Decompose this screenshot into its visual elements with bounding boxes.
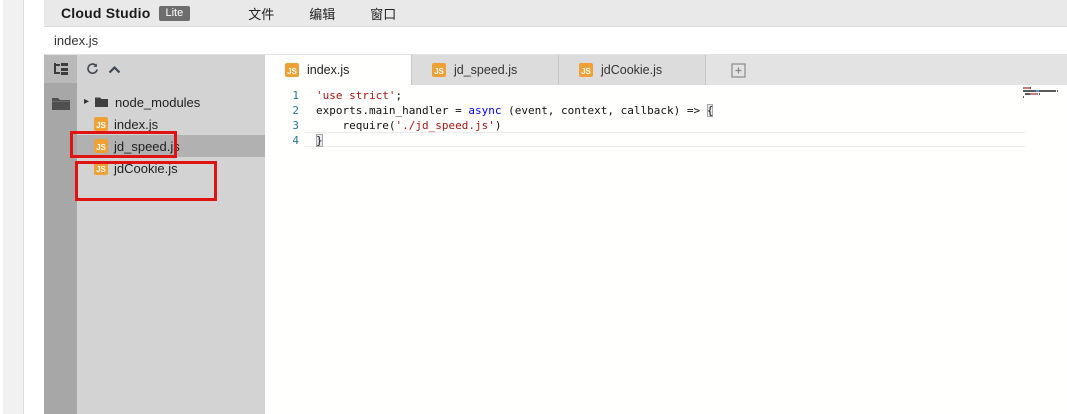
files-folder-button[interactable] [51,96,71,111]
expand-arrow-icon[interactable]: ▸ [84,97,94,107]
plus-icon [731,63,746,78]
tree-item-label: node_modules [115,95,200,110]
code-line-1[interactable]: 1'use strict'; [265,88,1067,103]
tab-label: jdCookie.js [601,63,662,77]
tree-item-jdCookie.js[interactable]: JS jdCookie.js [77,157,265,179]
app-title: Cloud Studio [61,5,151,21]
minimap-line [1023,96,1058,98]
code-line-3[interactable]: 3 require('./jd_speed.js') [265,118,1067,133]
tree-item-jd_speed.js[interactable]: JS jd_speed.js [77,135,265,157]
tree-outline-icon [53,62,69,76]
code-line-4[interactable]: 4} [265,133,1067,148]
file-explorer-panel: ▸ node_modules JS index.js JS jd_speed.js JS jd… [77,55,265,414]
tree-item-index.js[interactable]: JS index.js [77,113,265,135]
collapse-all-icon[interactable] [108,65,121,74]
tree-item-label: jd_speed.js [114,139,180,154]
explorer-toolbar [77,55,265,83]
cloud-studio-window: Cloud Studio Lite 文件编辑窗口 index.js [0,0,1067,414]
js-file-icon: JS [432,63,446,77]
line-number: 3 [265,118,299,133]
menubar-item-编辑[interactable]: 编辑 [298,4,346,23]
minimap-line [1023,90,1058,92]
code-lines: 1'use strict';2exports.main_handler = as… [265,85,1067,148]
js-file-icon: JS [579,63,593,77]
line-number: 1 [265,88,299,103]
minimap-line [1023,87,1058,89]
folder-icon [94,96,109,108]
activity-bar [44,55,77,414]
line-number: 2 [265,103,299,118]
minimap[interactable] [1023,87,1058,99]
menubar-item-文件[interactable]: 文件 [237,4,285,23]
code-text: } [299,133,323,148]
tree-item-label: jdCookie.js [114,161,178,176]
minimap-line [1023,93,1058,95]
breadcrumb: index.js [54,33,98,48]
tab-index.js[interactable]: JS index.js [265,55,412,85]
code-editor[interactable]: 1'use strict';2exports.main_handler = as… [265,85,1067,414]
main-area: ▸ node_modules JS index.js JS jd_speed.js JS jd… [44,55,1067,414]
line-number: 4 [265,133,299,148]
folder-icon [51,96,71,111]
explorer-tree-button[interactable] [44,55,77,83]
js-file-icon: JS [94,139,108,153]
code-line-2[interactable]: 2exports.main_handler = async (event, co… [265,103,1067,118]
menubar-item-窗口[interactable]: 窗口 [359,4,407,23]
code-text: 'use strict'; [299,88,402,103]
js-file-icon: JS [94,117,108,131]
app-container: Cloud Studio Lite 文件编辑窗口 index.js [44,0,1067,414]
tab-bar: JS index.js JS jd_speed.js JS jdCookie.js [265,55,1067,85]
left-gutter-strip [3,0,24,414]
tab-jd_speed.js[interactable]: JS jd_speed.js [412,55,559,85]
new-tab-button[interactable] [706,55,770,85]
code-text: exports.main_handler = async (event, con… [299,103,713,118]
file-tree: ▸ node_modules JS index.js JS jd_speed.js JS jd… [77,83,265,179]
menubar: 文件编辑窗口 [224,4,407,23]
lite-badge: Lite [159,6,191,21]
tab-label: index.js [307,63,349,77]
refresh-icon[interactable] [86,63,99,76]
code-text: require('./jd_speed.js') [299,118,501,133]
breadcrumb-bar: index.js [44,27,1067,55]
js-file-icon: JS [285,63,299,77]
tab-label: jd_speed.js [454,63,517,77]
tab-jdCookie.js[interactable]: JS jdCookie.js [559,55,706,85]
editor-region: JS index.js JS jd_speed.js JS jdCookie.js 1'u… [265,55,1067,414]
tree-item-label: index.js [114,117,158,132]
js-file-icon: JS [94,161,108,175]
tree-item-node_modules[interactable]: ▸ node_modules [77,91,265,113]
top-menu-bar: Cloud Studio Lite 文件编辑窗口 [44,0,1067,27]
